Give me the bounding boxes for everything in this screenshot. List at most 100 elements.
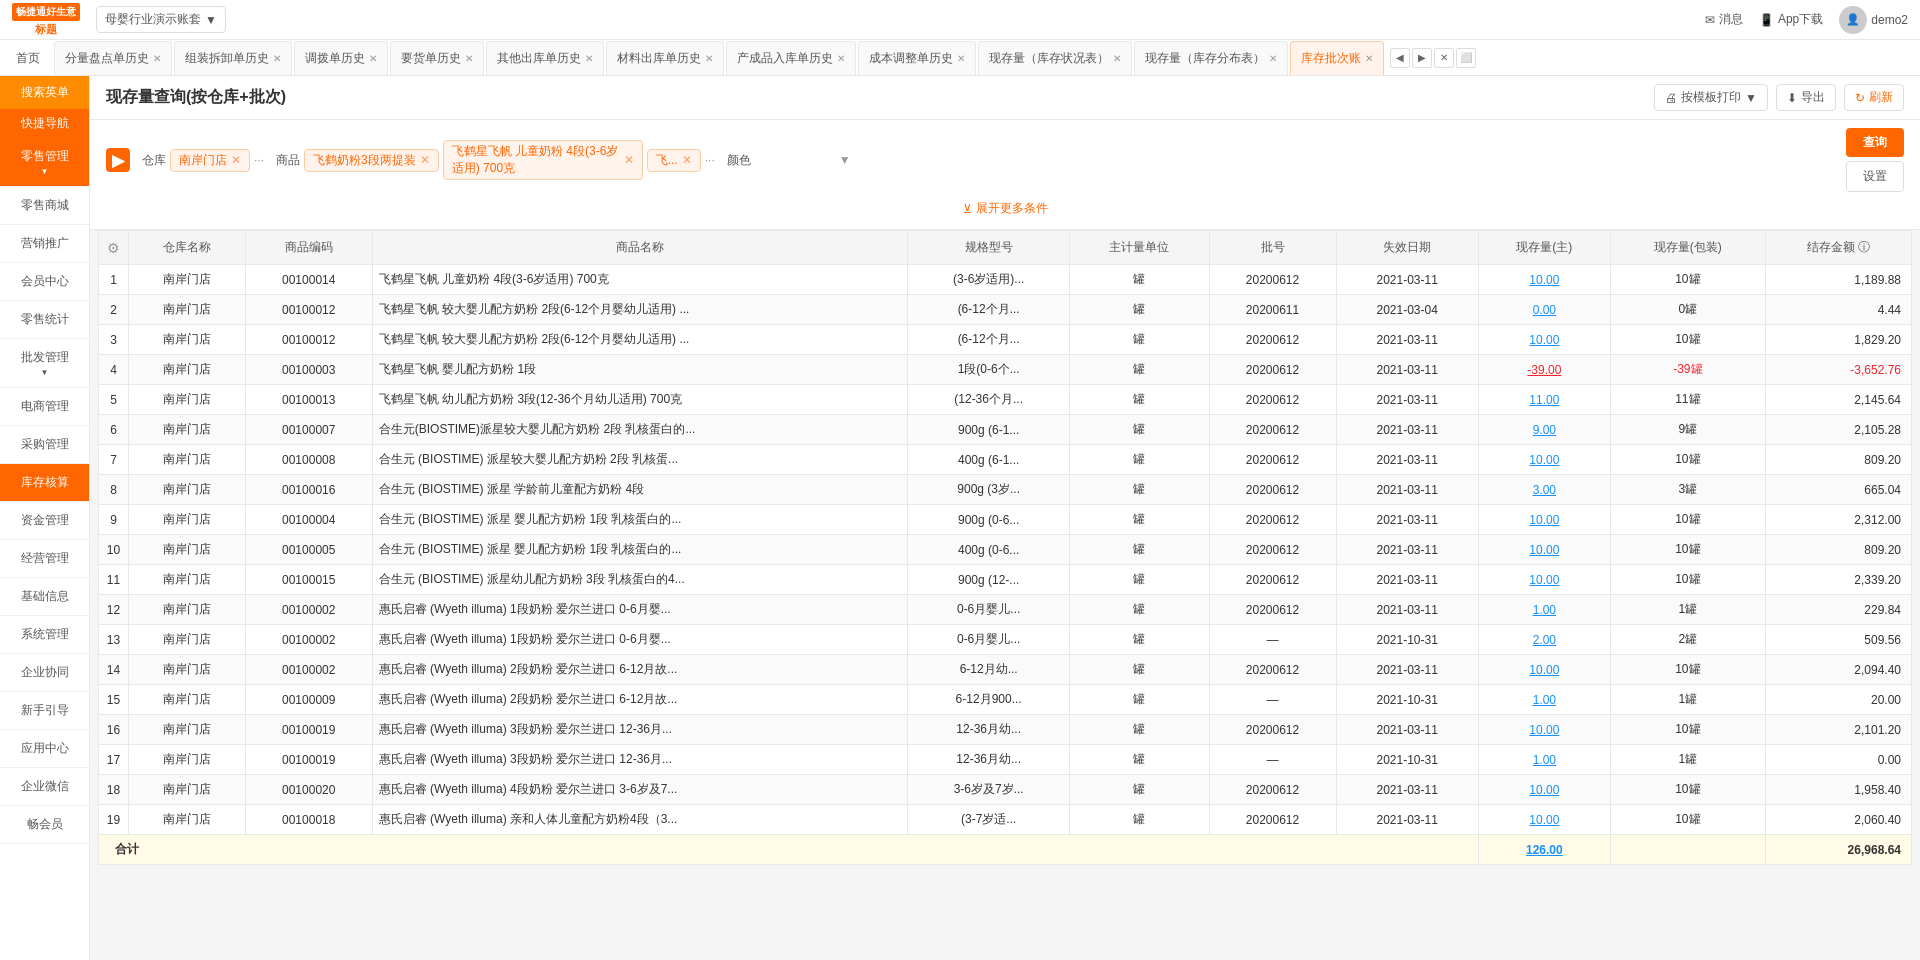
cell-qty-main[interactable]: 1.00 (1478, 685, 1610, 715)
tab-close-icon[interactable]: ✕ (957, 53, 965, 64)
goods-tag-2-remove[interactable]: ✕ (624, 153, 634, 167)
tab-close-icon[interactable]: ✕ (1365, 53, 1373, 64)
cell-qty-main[interactable]: 10.00 (1478, 535, 1610, 565)
sidebar-item-retail-stats[interactable]: 零售统计 (0, 301, 89, 339)
sidebar-item-system[interactable]: 系统管理 (0, 616, 89, 654)
tab-close-icon[interactable]: ✕ (837, 53, 845, 64)
filter-dots[interactable]: ··· (254, 153, 264, 167)
tab-chengpin[interactable]: 产成品入库单历史 ✕ (726, 41, 856, 75)
cell-no: 9 (99, 505, 129, 535)
tab-chenben[interactable]: 成本调整单历史 ✕ (858, 41, 976, 75)
cell-qty-main[interactable]: 10.00 (1478, 805, 1610, 835)
tab-xiancun1[interactable]: 现存量（库存状况表） ✕ (978, 41, 1132, 75)
sidebar-item-purchase[interactable]: 采购管理 (0, 426, 89, 464)
app-download-button[interactable]: 📱 App下载 (1759, 11, 1823, 28)
expand-more-button[interactable]: ⊻ 展开更多条件 (106, 196, 1904, 221)
cell-qty-main[interactable]: 9.00 (1478, 415, 1610, 445)
logo-subtitle: 标题 (35, 22, 57, 37)
sidebar-item-operations[interactable]: 经营管理 (0, 540, 89, 578)
cell-name: 惠氏启睿 (Wyeth illuma) 1段奶粉 爱尔兰进口 0-6月婴... (372, 595, 908, 625)
cell-qty-main[interactable]: 10.00 (1478, 325, 1610, 355)
sidebar-item-guide[interactable]: 新手引导 (0, 692, 89, 730)
tab-close-icon[interactable]: ✕ (705, 53, 713, 64)
cell-qty-main[interactable]: 10.00 (1478, 505, 1610, 535)
sidebar-item-members[interactable]: 会员中心 (0, 263, 89, 301)
warehouse-tag-remove[interactable]: ✕ (231, 153, 241, 167)
export-button[interactable]: ⬇ 导出 (1776, 84, 1836, 111)
goods-filter-dots[interactable]: ··· (705, 153, 715, 167)
sidebar-item-apps[interactable]: 应用中心 (0, 730, 89, 768)
cell-qty-main[interactable]: 10.00 (1478, 655, 1610, 685)
settings-icon[interactable]: ⚙ (107, 240, 120, 256)
tab-close-icon[interactable]: ✕ (153, 53, 161, 64)
cell-qty-main[interactable]: 11.00 (1478, 385, 1610, 415)
tab-close-all-button[interactable]: ✕ (1434, 48, 1454, 68)
cell-unit: 罐 (1069, 655, 1209, 685)
cell-spec: 400g (6-1... (908, 445, 1069, 475)
cell-qty-main[interactable]: 1.00 (1478, 595, 1610, 625)
sidebar-item-wechat[interactable]: 企业微信 (0, 768, 89, 806)
cell-warehouse: 南岸门店 (129, 415, 246, 445)
tab-kupicizhi[interactable]: 库存批次账 ✕ (1290, 41, 1384, 75)
sidebar-item-retail-mall[interactable]: 零售商城 (0, 187, 89, 225)
cell-amount: 2,312.00 (1765, 505, 1911, 535)
goods-tag-1[interactable]: 飞鹤奶粉3段两提装 ✕ (304, 149, 439, 172)
account-dropdown[interactable]: 母婴行业演示账套 ▼ (96, 6, 226, 33)
message-button[interactable]: ✉ 消息 (1705, 11, 1743, 28)
refresh-button[interactable]: ↻ 刷新 (1844, 84, 1904, 111)
cell-qty-main[interactable]: 3.00 (1478, 475, 1610, 505)
sidebar-item-wholesale[interactable]: 批发管理 ▼ (0, 339, 89, 388)
cell-qty-main[interactable]: 10.00 (1478, 775, 1610, 805)
download-icon: 📱 (1759, 13, 1774, 27)
cell-qty-pkg: 10罐 (1610, 775, 1765, 805)
tab-maximize-button[interactable]: ⬜ (1456, 48, 1476, 68)
col-settings[interactable]: ⚙ (99, 231, 129, 265)
tab-prev-button[interactable]: ◀ (1390, 48, 1410, 68)
user-menu[interactable]: 👤 demo2 (1839, 6, 1908, 34)
tab-cailiao[interactable]: 材料出库单历史 ✕ (606, 41, 724, 75)
sidebar-item-finance[interactable]: 资金管理 (0, 502, 89, 540)
print-button[interactable]: 🖨 按模板打印 ▼ (1654, 84, 1768, 111)
tab-close-icon[interactable]: ✕ (465, 53, 473, 64)
sidebar-item-enterprise[interactable]: 企业协同 (0, 654, 89, 692)
tab-qitachu[interactable]: 其他出库单历史 ✕ (486, 41, 604, 75)
tab-yaohuo[interactable]: 要货单历史 ✕ (390, 41, 484, 75)
sidebar-item-inventory[interactable]: 库存核算 (0, 464, 89, 502)
tab-close-icon[interactable]: ✕ (1113, 53, 1121, 64)
sidebar-item-ecommerce[interactable]: 电商管理 (0, 388, 89, 426)
goods-tag-1-remove[interactable]: ✕ (420, 153, 430, 167)
tab-fenliang[interactable]: 分量盘点单历史 ✕ (54, 41, 172, 75)
goods-tag-2[interactable]: 飞鹤星飞帆 儿童奶粉 4段(3-6岁适用) 700克 ✕ (443, 140, 643, 180)
tab-close-icon[interactable]: ✕ (369, 53, 377, 64)
filter-expand-button[interactable]: ▶ (106, 148, 130, 172)
chevron-down-icon: ▼ (41, 167, 49, 176)
cell-qty-main[interactable]: 10.00 (1478, 565, 1610, 595)
settings-button[interactable]: 设置 (1846, 161, 1904, 192)
tab-close-icon[interactable]: ✕ (585, 53, 593, 64)
cell-qty-main[interactable]: 2.00 (1478, 625, 1610, 655)
sidebar-item-basics[interactable]: 基础信息 (0, 578, 89, 616)
tab-close-icon[interactable]: ✕ (273, 53, 281, 64)
sidebar-nav[interactable]: 快捷导航 (0, 109, 89, 138)
goods-tag-3-remove[interactable]: ✕ (682, 153, 692, 167)
sidebar-item-marketing[interactable]: 营销推广 (0, 225, 89, 263)
warehouse-tag[interactable]: 南岸门店 ✕ (170, 149, 250, 172)
cell-qty-main[interactable]: 10.00 (1478, 445, 1610, 475)
tab-xiancun2[interactable]: 现存量（库存分布表） ✕ (1134, 41, 1288, 75)
cell-qty-main[interactable]: 10.00 (1478, 265, 1610, 295)
cell-qty-main[interactable]: 0.00 (1478, 295, 1610, 325)
tab-diaobo[interactable]: 调拨单历史 ✕ (294, 41, 388, 75)
sidebar-search[interactable]: 搜索英单 (0, 76, 89, 109)
cell-qty-main[interactable]: -39.00 (1478, 355, 1610, 385)
sidebar-item-vip[interactable]: 畅会员 (0, 806, 89, 844)
cell-spec: (3-6岁适用)... (908, 265, 1069, 295)
cell-qty-main[interactable]: 10.00 (1478, 715, 1610, 745)
tab-zuchaizhuan[interactable]: 组装拆卸单历史 ✕ (174, 41, 292, 75)
tab-home[interactable]: 首页 (4, 40, 52, 76)
cell-qty-main[interactable]: 1.00 (1478, 745, 1610, 775)
tab-close-icon[interactable]: ✕ (1269, 53, 1277, 64)
sidebar-item-retail-mgmt[interactable]: 零售管理 ▼ (0, 138, 89, 187)
tab-next-button[interactable]: ▶ (1412, 48, 1432, 68)
goods-tag-3[interactable]: 飞... ✕ (647, 149, 701, 172)
query-button[interactable]: 查询 (1846, 128, 1904, 157)
